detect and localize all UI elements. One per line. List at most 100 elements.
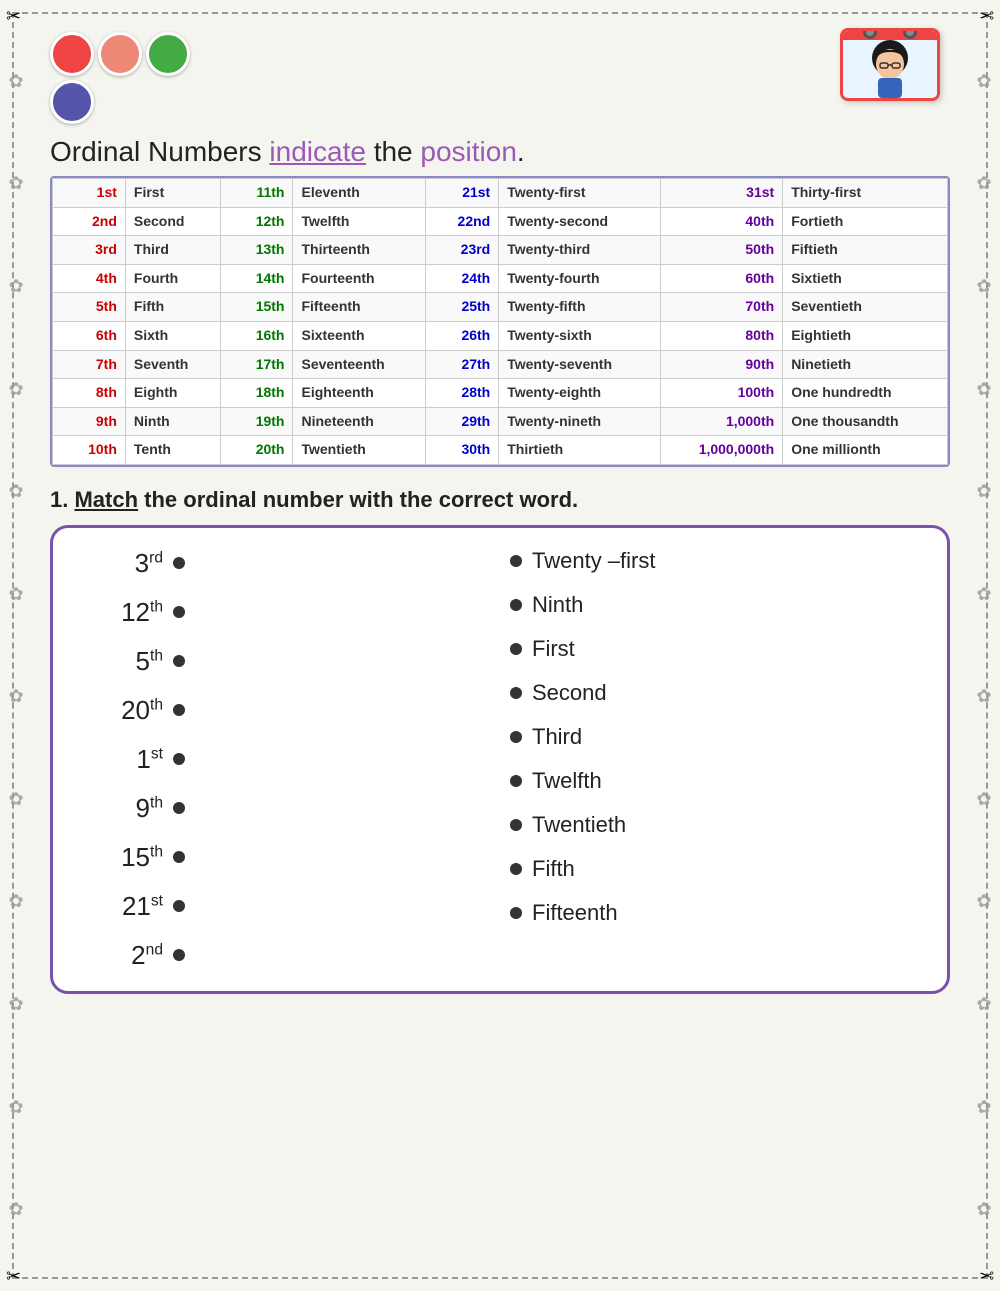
match-right-item: Fifth xyxy=(510,856,917,882)
match-left: 3rd12th5th20th1st9th15th21st2nd xyxy=(83,548,490,971)
table-word-cell: Twenty-first xyxy=(499,179,660,208)
table-word-cell: Twenty-fourth xyxy=(499,264,660,293)
table-num-cell: 90th xyxy=(660,350,783,379)
table-word-cell: Second xyxy=(125,207,220,236)
match-left-item: 5th xyxy=(83,646,490,677)
match-right-bullet xyxy=(510,687,522,699)
match-right-word: Third xyxy=(532,724,582,750)
subtitle-part2: the xyxy=(366,136,420,167)
table-num-cell: 13th xyxy=(220,236,293,265)
calendar-widget xyxy=(840,28,950,101)
match-right-item: Fifteenth xyxy=(510,900,917,926)
match-left-bullet xyxy=(173,606,185,618)
table-num-cell: 10th xyxy=(53,436,126,465)
match-right-word: Fifteenth xyxy=(532,900,618,926)
table-num-cell: 22nd xyxy=(426,207,499,236)
match-left-item: 2nd xyxy=(83,940,490,971)
table-word-cell: One hundredth xyxy=(783,379,948,408)
table-word-cell: Fourth xyxy=(125,264,220,293)
table-num-cell: 8th xyxy=(53,379,126,408)
table-word-cell: Seventeenth xyxy=(293,350,426,379)
match-right-bullet xyxy=(510,555,522,567)
match-left-bullet xyxy=(173,655,185,667)
table-num-cell: 26th xyxy=(426,321,499,350)
match-left-item: 3rd xyxy=(83,548,490,579)
match-left-number: 5th xyxy=(83,646,163,677)
table-word-cell: Seventh xyxy=(125,350,220,379)
table-num-cell: 100th xyxy=(660,379,783,408)
badge-4th xyxy=(50,80,94,124)
table-word-cell: Twenty-nineth xyxy=(499,407,660,436)
table-word-cell: Twenty-fifth xyxy=(499,293,660,322)
match-left-item: 9th xyxy=(83,793,490,824)
table-num-cell: 6th xyxy=(53,321,126,350)
table-num-cell: 29th xyxy=(426,407,499,436)
match-right-word: Second xyxy=(532,680,607,706)
match-right-word: Twelfth xyxy=(532,768,602,794)
table-word-cell: Sixtieth xyxy=(783,264,948,293)
match-right-bullet xyxy=(510,599,522,611)
table-word-cell: Eleventh xyxy=(293,179,426,208)
table-num-cell: 60th xyxy=(660,264,783,293)
table-num-cell: 4th xyxy=(53,264,126,293)
table-num-cell: 11th xyxy=(220,179,293,208)
table-num-cell: 80th xyxy=(660,321,783,350)
table-word-cell: Sixteenth xyxy=(293,321,426,350)
table-num-cell: 1,000,000th xyxy=(660,436,783,465)
table-word-cell: One millionth xyxy=(783,436,948,465)
table-word-cell: Twenty-eighth xyxy=(499,379,660,408)
table-word-cell: Fiftieth xyxy=(783,236,948,265)
table-num-cell: 28th xyxy=(426,379,499,408)
table-num-cell: 50th xyxy=(660,236,783,265)
match-left-item: 12th xyxy=(83,597,490,628)
table-word-cell: Fortieth xyxy=(783,207,948,236)
table-word-cell: Ninth xyxy=(125,407,220,436)
match-right-bullet xyxy=(510,775,522,787)
table-num-cell: 17th xyxy=(220,350,293,379)
table-word-cell: Thirtieth xyxy=(499,436,660,465)
match-left-number: 1st xyxy=(83,744,163,775)
match-right-word: Twentieth xyxy=(532,812,626,838)
scissor-topleft-icon: ✂ xyxy=(6,6,21,27)
match-left-item: 1st xyxy=(83,744,490,775)
match-left-bullet xyxy=(173,851,185,863)
match-left-bullet xyxy=(173,802,185,814)
table-num-cell: 21st xyxy=(426,179,499,208)
match-right-item: First xyxy=(510,636,917,662)
table-num-cell: 25th xyxy=(426,293,499,322)
header-section xyxy=(50,28,950,124)
table-num-cell: 18th xyxy=(220,379,293,408)
table-word-cell: Tenth xyxy=(125,436,220,465)
match-right-item: Ninth xyxy=(510,592,917,618)
exercise-the: the xyxy=(144,487,183,512)
match-right-item: Second xyxy=(510,680,917,706)
table-num-cell: 9th xyxy=(53,407,126,436)
subtitle-indicate: indicate xyxy=(269,136,366,167)
table-num-cell: 12th xyxy=(220,207,293,236)
table-num-cell: 31st xyxy=(660,179,783,208)
table-word-cell: Sixth xyxy=(125,321,220,350)
subtitle: Ordinal Numbers indicate the position. xyxy=(50,136,950,168)
match-right-item: Third xyxy=(510,724,917,750)
table-num-cell: 20th xyxy=(220,436,293,465)
scissor-topright-icon: ✂ xyxy=(979,6,994,27)
match-left-number: 2nd xyxy=(83,940,163,971)
match-right: Twenty –firstNinthFirstSecondThirdTwelft… xyxy=(490,548,917,971)
subtitle-position: position xyxy=(420,136,517,167)
ordinal-table-wrapper: 1stFirst11thEleventh21stTwenty-first31st… xyxy=(50,176,950,467)
side-decoration-left: ✿✿✿✿✿✿✿✿✿✿✿✿ xyxy=(8,30,24,1261)
table-word-cell: Twelfth xyxy=(293,207,426,236)
badge-group xyxy=(50,32,210,124)
subtitle-period: . xyxy=(517,136,525,167)
table-num-cell: 16th xyxy=(220,321,293,350)
match-right-word: First xyxy=(532,636,575,662)
table-num-cell: 19th xyxy=(220,407,293,436)
table-num-cell: 5th xyxy=(53,293,126,322)
match-box: 3rd12th5th20th1st9th15th21st2nd Twenty –… xyxy=(50,525,950,994)
calendar-day-label xyxy=(843,31,937,40)
match-left-bullet xyxy=(173,949,185,961)
table-num-cell: 7th xyxy=(53,350,126,379)
scissor-bottomleft-icon: ✂ xyxy=(6,1264,21,1285)
table-num-cell: 14th xyxy=(220,264,293,293)
table-num-cell: 3rd xyxy=(53,236,126,265)
